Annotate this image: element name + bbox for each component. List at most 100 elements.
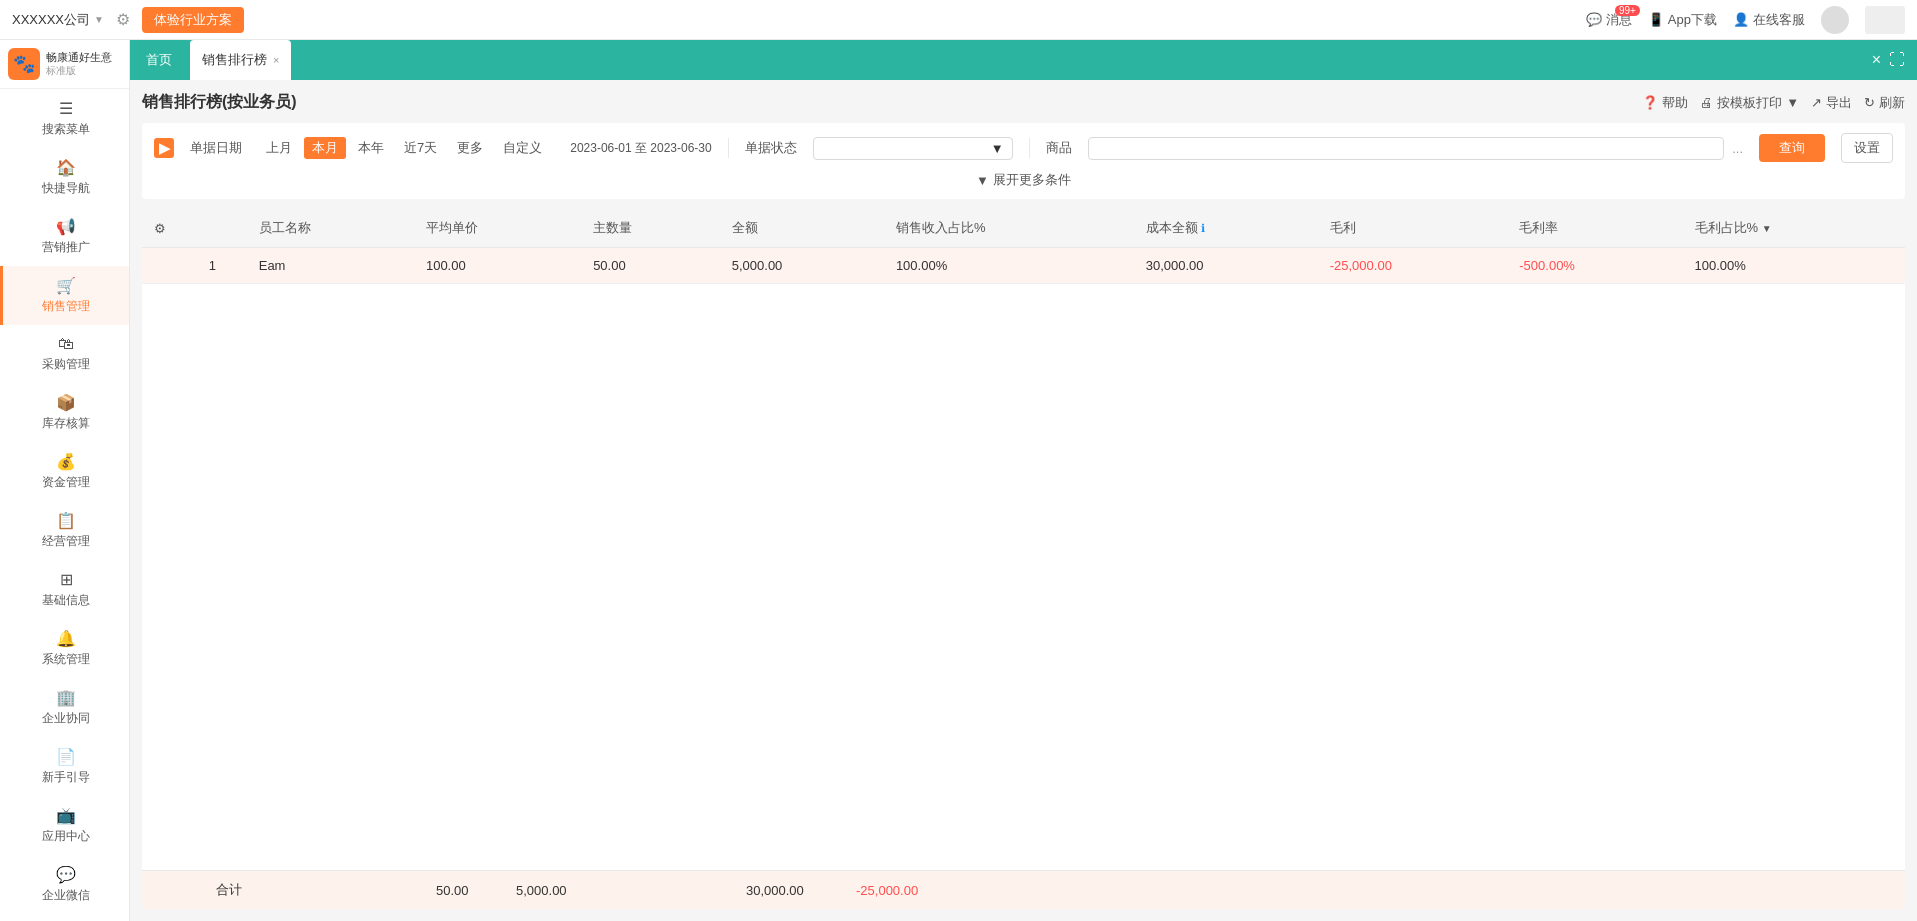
- footer-amount: 5,000.00: [516, 883, 636, 898]
- sidebar-item-label: 应用中心: [42, 828, 90, 845]
- apps-icon: 📺: [56, 806, 76, 825]
- sidebar-item-label: 销售管理: [42, 298, 90, 315]
- date-prev-month-btn[interactable]: 上月: [258, 137, 300, 159]
- service-label: 在线客服: [1753, 11, 1805, 29]
- goods-input[interactable]: [1088, 137, 1724, 160]
- sidebar-item-label: 企业微信: [42, 887, 90, 904]
- sidebar-item-system[interactable]: 🔔 系统管理: [0, 619, 129, 678]
- basic-icon: ⊞: [60, 570, 73, 589]
- status-chevron: ▼: [991, 141, 1004, 156]
- sidebar-item-label: 营销推广: [42, 239, 90, 256]
- print-label: 按模板打印: [1717, 94, 1782, 112]
- expand-row: ▼ 展开更多条件: [154, 171, 1893, 189]
- app-icon: 📱: [1648, 12, 1664, 27]
- goods-filter-label: 商品: [1046, 139, 1072, 157]
- sales-icon: 🛒: [56, 276, 76, 295]
- page-title: 销售排行榜(按业务员): [142, 92, 297, 113]
- tab-actions: × ⛶: [1872, 51, 1917, 69]
- sidebar-item-label: 库存核算: [42, 415, 90, 432]
- logo-name: 畅康通好生意: [46, 50, 112, 64]
- sidebar-item-member[interactable]: V 畅会员: [0, 914, 129, 921]
- online-service-button[interactable]: 👤 在线客服: [1733, 11, 1805, 29]
- sidebar-item-sales[interactable]: 🛒 销售管理: [0, 266, 129, 325]
- date-this-year-btn[interactable]: 本年: [350, 137, 392, 159]
- tab-bar: 首页 销售排行榜 × × ⛶: [130, 40, 1917, 80]
- footer-qty: 50.00: [436, 883, 516, 898]
- cell-profit-rate: -500.00%: [1507, 248, 1682, 284]
- sidebar-item-finance[interactable]: 💰 资金管理: [0, 442, 129, 501]
- cell-row-settings: [142, 248, 178, 284]
- sidebar-item-label: 搜索菜单: [42, 121, 90, 138]
- home-icon: 🏠: [56, 158, 76, 177]
- tab-maximize-icon[interactable]: ⛶: [1889, 51, 1905, 69]
- query-button[interactable]: 查询: [1759, 134, 1825, 162]
- sidebar-item-enterprise[interactable]: 🏢 企业协同: [0, 678, 129, 737]
- sidebar-item-label: 系统管理: [42, 651, 90, 668]
- filter-area: ▶ 单据日期 上月 本月 本年 近7天 更多 自定义 2023-06-01 至 …: [142, 123, 1905, 199]
- wechat-icon: 💬: [56, 865, 76, 884]
- date-this-month-btn[interactable]: 本月: [304, 137, 346, 159]
- date-7days-btn[interactable]: 近7天: [396, 137, 445, 159]
- filter-toggle-button[interactable]: ▶: [154, 138, 174, 158]
- expand-conditions-button[interactable]: ▼ 展开更多条件: [976, 171, 1071, 189]
- sidebar-item-label: 经营管理: [42, 533, 90, 550]
- date-custom-btn[interactable]: 自定义: [495, 137, 550, 159]
- sidebar-item-operation[interactable]: 📋 经营管理: [0, 501, 129, 560]
- sidebar-item-search[interactable]: ☰ 搜索菜单: [0, 89, 129, 148]
- filter-divider-2: [1029, 138, 1030, 158]
- tab-close-icon[interactable]: ×: [273, 54, 279, 66]
- cell-avg-price: 100.00: [414, 248, 581, 284]
- print-button[interactable]: 🖨 按模板打印 ▼: [1700, 94, 1799, 112]
- export-button[interactable]: ↗ 导出: [1811, 94, 1852, 112]
- search-menu-icon: ☰: [59, 99, 73, 118]
- cell-qty: 50.00: [581, 248, 720, 284]
- sidebar-item-inventory[interactable]: 📦 库存核算: [0, 383, 129, 442]
- date-more-btn[interactable]: 更多: [449, 137, 491, 159]
- trial-button[interactable]: 体验行业方案: [142, 7, 244, 33]
- col-sales-pct: 销售收入占比%: [884, 209, 1134, 248]
- sales-ranking-table: ⚙ 员工名称 平均单价 主数量 全额 销售收入占比% 成本全额 ℹ 毛利 毛利率…: [142, 209, 1905, 284]
- sidebar-item-guide[interactable]: 📄 新手引导: [0, 737, 129, 796]
- expand-label: 展开更多条件: [993, 171, 1071, 189]
- help-button[interactable]: ❓ 帮助: [1642, 94, 1688, 112]
- tab-home[interactable]: 首页: [130, 40, 188, 80]
- col-avg-price: 平均单价: [414, 209, 581, 248]
- refresh-label: 刷新: [1879, 94, 1905, 112]
- sidebar-item-marketing[interactable]: 📢 营销推广: [0, 207, 129, 266]
- page-header: 销售排行榜(按业务员) ❓ 帮助 🖨 按模板打印 ▼ ↗ 导出: [142, 92, 1905, 113]
- filter-row: ▶ 单据日期 上月 本月 本年 近7天 更多 自定义 2023-06-01 至 …: [154, 133, 1893, 163]
- sidebar-item-label: 快捷导航: [42, 180, 90, 197]
- footer-total-label: 合计: [216, 881, 336, 899]
- sidebar-item-apps[interactable]: 📺 应用中心: [0, 796, 129, 855]
- filter-divider-1: [728, 138, 729, 158]
- cell-name: Eam: [247, 248, 414, 284]
- status-select[interactable]: ▼: [813, 137, 1013, 160]
- tab-sales-ranking[interactable]: 销售排行榜 ×: [190, 40, 291, 80]
- date-range-display: 2023-06-01 至 2023-06-30: [570, 140, 711, 157]
- cell-rank: 1: [178, 248, 247, 284]
- export-label: 导出: [1826, 94, 1852, 112]
- tab-minimize-icon[interactable]: ×: [1872, 51, 1881, 69]
- avatar[interactable]: [1821, 6, 1849, 34]
- app-download-button[interactable]: 📱 App下载: [1648, 11, 1717, 29]
- print-chevron: ▼: [1786, 95, 1799, 110]
- top-right-actions: 💬 消息 99+ 📱 App下载 👤 在线客服: [1586, 6, 1905, 34]
- export-icon: ↗: [1811, 95, 1822, 110]
- sidebar-item-purchase[interactable]: 🛍 采购管理: [0, 325, 129, 383]
- company-selector[interactable]: XXXXXX公司 ▼: [12, 11, 104, 29]
- refresh-button[interactable]: ↻ 刷新: [1864, 94, 1905, 112]
- message-button[interactable]: 💬 消息 99+: [1586, 11, 1632, 29]
- topbar-settings-icon[interactable]: ⚙: [116, 10, 130, 29]
- sidebar-item-quick-nav[interactable]: 🏠 快捷导航: [0, 148, 129, 207]
- guide-icon: 📄: [56, 747, 76, 766]
- cell-cost: 30,000.00: [1134, 248, 1318, 284]
- sidebar-item-wechat[interactable]: 💬 企业微信: [0, 855, 129, 914]
- logo-area: 🐾 畅康通好生意 标准版: [0, 40, 129, 89]
- settings-button[interactable]: 设置: [1841, 133, 1893, 163]
- col-amount: 全额: [720, 209, 884, 248]
- system-icon: 🔔: [56, 629, 76, 648]
- col-profit-rate: 毛利率: [1507, 209, 1682, 248]
- sidebar-item-basic[interactable]: ⊞ 基础信息: [0, 560, 129, 619]
- table-empty-space: [142, 284, 1905, 870]
- goods-more-btn[interactable]: ...: [1732, 141, 1743, 156]
